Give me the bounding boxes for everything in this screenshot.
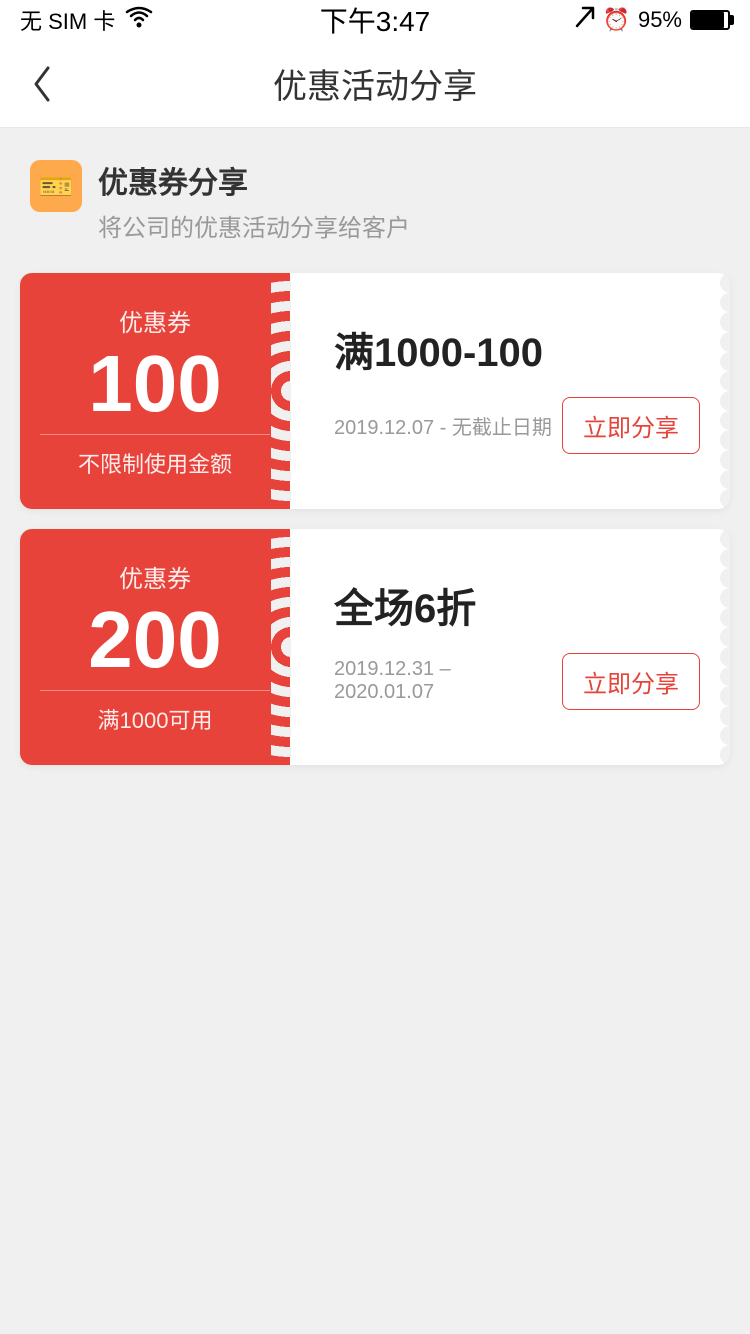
nav-bar: 优惠活动分享 — [0, 40, 750, 128]
coupon-amount-2: 200 — [88, 600, 221, 680]
coupon-date-2: 2019.12.31 – 2020.01.07 — [334, 658, 552, 704]
back-button[interactable] — [30, 64, 54, 104]
status-right: ⏰ 95% — [575, 6, 730, 34]
wifi-icon — [125, 6, 153, 34]
coupon-amount-1: 100 — [88, 344, 221, 424]
coupon-card-1: 优惠券 100 不限制使用金额 满1000-100 2019.12.07 - 无… — [20, 273, 730, 509]
location-icon — [575, 6, 595, 34]
section-icon: 🎫 — [30, 160, 82, 212]
coupon-label-1: 优惠券 — [119, 303, 191, 338]
coupon-date-1: 2019.12.07 - 无截止日期 — [334, 411, 552, 440]
battery-percent: 95% — [638, 7, 682, 33]
battery-icon — [690, 10, 730, 30]
alarm-icon: ⏰ — [603, 7, 630, 33]
coupon-condition-2: 满1000可用 — [40, 690, 270, 735]
empty-area — [0, 785, 750, 1285]
coupon-bottom-1: 2019.12.07 - 无截止日期 立即分享 — [334, 397, 700, 454]
status-time: 下午3:47 — [320, 0, 431, 40]
coupon-condition-1: 不限制使用金额 — [40, 434, 270, 479]
coupon-name-1: 满1000-100 — [334, 329, 700, 377]
coupon-left-2: 优惠券 200 满1000可用 — [20, 529, 290, 765]
status-left: 无 SIM 卡 — [20, 4, 153, 36]
coupon-icon: 🎫 — [39, 170, 74, 203]
coupon-right-2: 全场6折 2019.12.31 – 2020.01.07 立即分享 — [290, 529, 730, 765]
section-text: 优惠券分享 将公司的优惠活动分享给客户 — [98, 158, 410, 243]
coupon-left-1: 优惠券 100 不限制使用金额 — [20, 273, 290, 509]
page-title: 优惠活动分享 — [273, 59, 477, 108]
share-button-1[interactable]: 立即分享 — [562, 397, 700, 454]
share-button-2[interactable]: 立即分享 — [562, 653, 700, 710]
coupon-right-1: 满1000-100 2019.12.07 - 无截止日期 立即分享 — [290, 273, 730, 509]
coupon-label-2: 优惠券 — [119, 559, 191, 594]
coupon-name-2: 全场6折 — [334, 585, 700, 633]
section-subtitle: 将公司的优惠活动分享给客户 — [98, 208, 410, 243]
carrier-text: 无 SIM 卡 — [20, 4, 115, 36]
coupon-card-2: 优惠券 200 满1000可用 全场6折 2019.12.31 – 2020.0… — [20, 529, 730, 765]
section-title: 优惠券分享 — [98, 158, 410, 202]
section-header: 🎫 优惠券分享 将公司的优惠活动分享给客户 — [0, 128, 750, 263]
coupon-bottom-2: 2019.12.31 – 2020.01.07 立即分享 — [334, 653, 700, 710]
coupon-list: 优惠券 100 不限制使用金额 满1000-100 2019.12.07 - 无… — [0, 263, 750, 785]
status-bar: 无 SIM 卡 下午3:47 ⏰ 95% — [0, 0, 750, 40]
